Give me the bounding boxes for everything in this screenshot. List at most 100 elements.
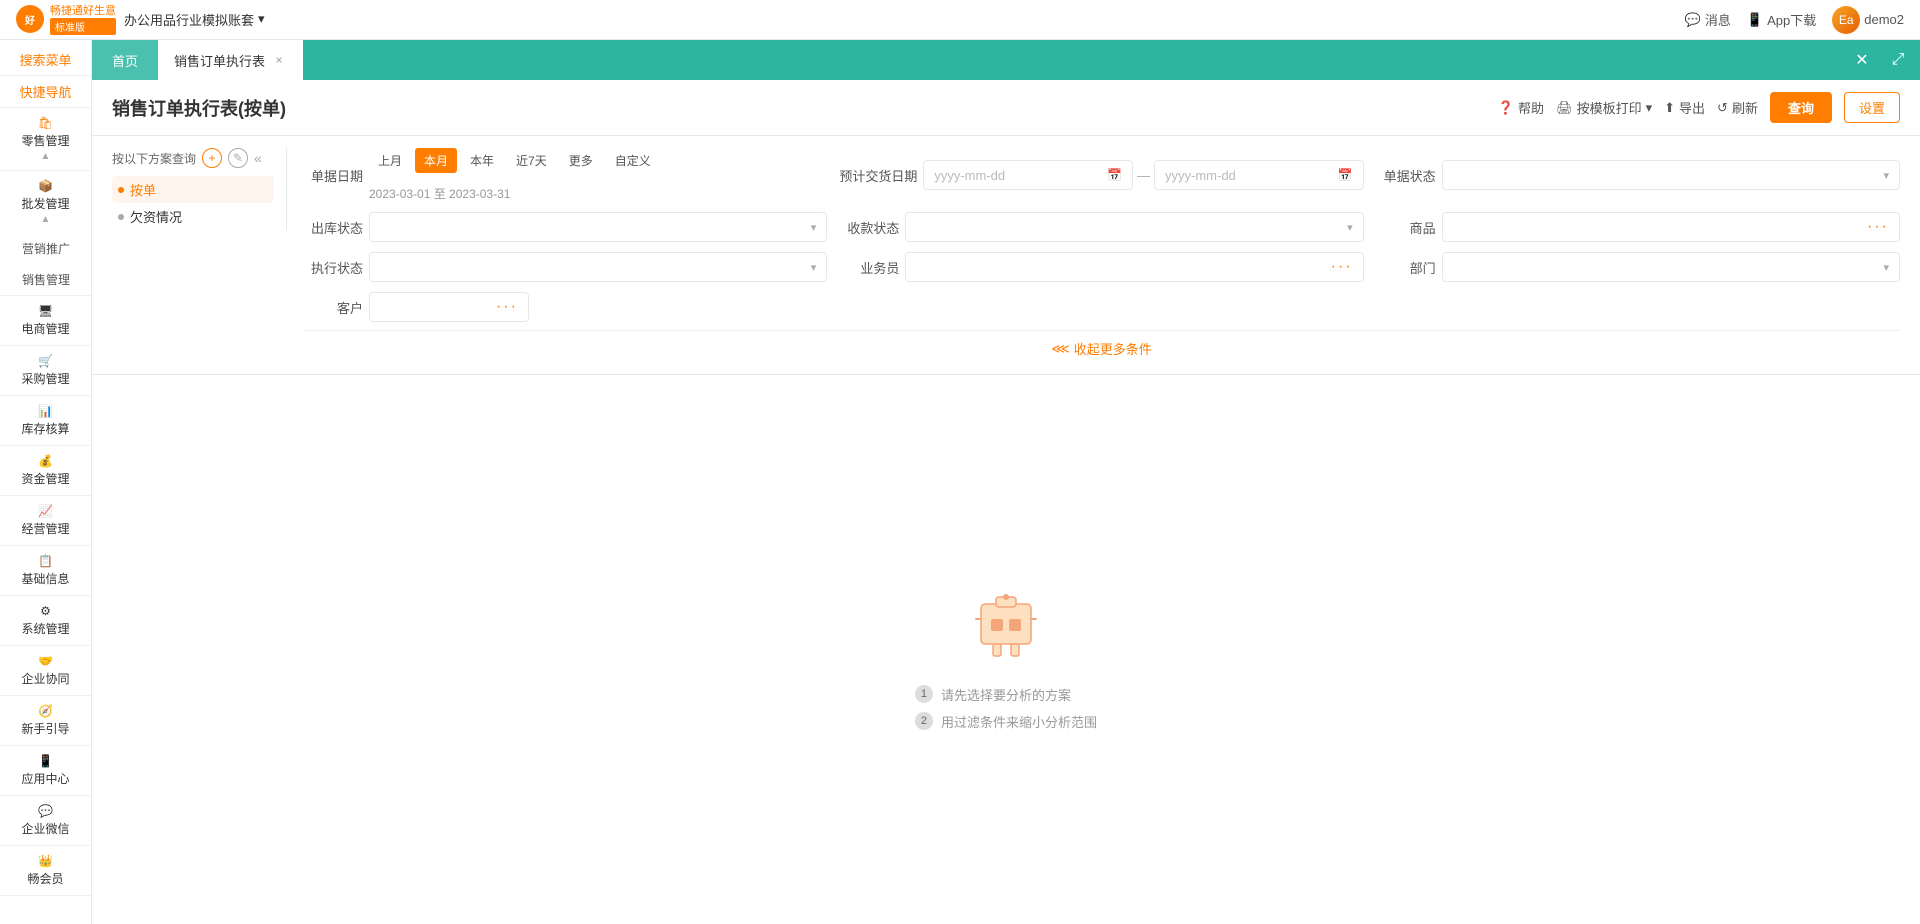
- sidebar-item-ecommerce[interactable]: 🖥 电商管理: [0, 296, 91, 345]
- settings-button[interactable]: 设置: [1844, 92, 1900, 123]
- logo-text: 畅捷通好生意 标准版: [50, 4, 116, 35]
- dept-select[interactable]: ▾: [1442, 252, 1900, 282]
- delivery-date-to[interactable]: yyyy-mm-dd 📅: [1154, 160, 1364, 190]
- scheme-header: 按以下方案查询 + ✎ «: [112, 148, 274, 168]
- company-selector[interactable]: 办公用品行业模拟账套 ▾: [124, 10, 265, 29]
- empty-illustration: [956, 569, 1056, 669]
- sidebar-item-purchase[interactable]: 🛒 采购管理: [0, 346, 91, 395]
- refresh-icon: ↺: [1717, 100, 1728, 116]
- page-header: 销售订单执行表(按单) ❓ 帮助 🖨 按模板打印 ▾ ⬆ 导出: [92, 80, 1920, 136]
- maximize-button[interactable]: ⤢: [1884, 46, 1912, 74]
- customer-select[interactable]: ···: [369, 292, 529, 322]
- exec-chevron-icon: ▾: [811, 261, 817, 274]
- main-content: 1 请先选择要分析的方案 2 用过滤条件来缩小分析范围: [92, 375, 1920, 924]
- date-btn-this-year[interactable]: 本年: [461, 148, 503, 173]
- ecommerce-icon: 🖥: [38, 304, 53, 318]
- tab-sales-order[interactable]: 销售订单执行表 ×: [158, 40, 303, 80]
- message-button[interactable]: 💬 消息: [1685, 10, 1731, 29]
- help-button[interactable]: ❓ 帮助: [1498, 98, 1544, 117]
- sidebar-item-member[interactable]: 👑 畅会员: [0, 846, 91, 895]
- filter-outstock-field: 出库状态 ▾: [303, 212, 827, 242]
- basic-icon: 📋: [38, 554, 53, 568]
- inventory-icon: 📊: [38, 404, 53, 418]
- export-button[interactable]: ⬆ 导出: [1664, 98, 1705, 117]
- tab-close-button[interactable]: ×: [271, 52, 287, 68]
- member-icon: 👑: [38, 854, 53, 868]
- add-scheme-button[interactable]: +: [202, 148, 222, 168]
- page-title: 销售订单执行表(按单): [112, 95, 286, 133]
- hint-item-1: 1 请先选择要分析的方案: [915, 685, 1097, 704]
- operations-icon: 📈: [38, 504, 53, 518]
- sidebar-item-wechat[interactable]: 💬 企业微信: [0, 796, 91, 845]
- sidebar-sub-sales[interactable]: 销售管理: [0, 264, 91, 295]
- sidebar-section-guide: 🧭 新手引导: [0, 696, 91, 746]
- help-icon: ❓: [1498, 100, 1514, 116]
- print-button[interactable]: 🖨 按模板打印 ▾: [1556, 98, 1652, 117]
- goods-select[interactable]: ···: [1442, 212, 1900, 242]
- sidebar-item-apps[interactable]: 📱 应用中心: [0, 746, 91, 795]
- wechat-icon: 💬: [38, 804, 53, 818]
- sidebar-item-operations[interactable]: 📈 经营管理: [0, 496, 91, 545]
- filter-staff-field: 业务员 ···: [839, 252, 1363, 282]
- filter-dept-field: 部门 ▾: [1376, 252, 1900, 282]
- date-quick-options: 上月 本月 本年 近7天 更多 自定义: [369, 148, 827, 173]
- date-btn-more[interactable]: 更多: [560, 148, 602, 173]
- date-btn-custom[interactable]: 自定义: [606, 148, 660, 173]
- app-icon: 📱: [1747, 12, 1763, 28]
- sidebar-section-wechat: 💬 企业微信: [0, 796, 91, 846]
- date-btn-last-month[interactable]: 上月: [369, 148, 411, 173]
- sidebar-section-system: ⚙ 系统管理: [0, 596, 91, 646]
- sidebar-item-guide[interactable]: 🧭 新手引导: [0, 696, 91, 745]
- sidebar-sub-marketing[interactable]: 营销推广: [0, 233, 91, 264]
- delivery-date-from[interactable]: yyyy-mm-dd 📅: [923, 160, 1133, 190]
- filter-status-field: 单据状态 ▾: [1376, 160, 1900, 190]
- header-right: 💬 消息 📱 App下载 Ea demo2: [1685, 6, 1904, 34]
- content-area: 首页 销售订单执行表 × ✕ ⤢ 销售订单执行表(按单) ❓ 帮助: [92, 40, 1920, 924]
- sidebar-quick-nav[interactable]: 快捷导航: [0, 76, 91, 108]
- filter-row-1: 单据日期 上月 本月 本年 近7天 更多 自定义: [303, 148, 1900, 202]
- app-download-button[interactable]: 📱 App下载: [1747, 10, 1816, 29]
- refresh-button[interactable]: ↺ 刷新: [1717, 98, 1758, 117]
- sidebar-section-cooperation: 🤝 企业协同: [0, 646, 91, 696]
- collapse-scheme-button[interactable]: «: [254, 150, 262, 166]
- sidebar-item-retail[interactable]: 🛍 零售管理 ▲: [0, 108, 91, 170]
- edit-scheme-button[interactable]: ✎: [228, 148, 248, 168]
- sidebar-item-basic[interactable]: 📋 基础信息: [0, 546, 91, 595]
- staff-select[interactable]: ···: [905, 252, 1363, 282]
- tab-bar-actions: ✕ ⤢: [1848, 40, 1920, 80]
- sidebar-item-wholesale[interactable]: 📦 批发管理 ▲: [0, 171, 91, 233]
- exec-select[interactable]: ▾: [369, 252, 827, 282]
- sidebar-item-inventory[interactable]: 📊 库存核算: [0, 396, 91, 445]
- dept-chevron-icon: ▾: [1883, 261, 1889, 274]
- query-button[interactable]: 查询: [1770, 92, 1832, 123]
- filter-date-field: 单据日期 上月 本月 本年 近7天 更多 自定义: [303, 148, 827, 202]
- date-btn-this-month[interactable]: 本月: [415, 148, 457, 173]
- receive-select[interactable]: ▾: [905, 212, 1363, 242]
- sidebar-section-inventory: 📊 库存核算: [0, 396, 91, 446]
- scheme-item-by-order[interactable]: 按单: [112, 176, 274, 203]
- retail-icon: 🛍: [38, 116, 53, 130]
- finance-icon: 💰: [38, 454, 53, 468]
- filter-receive-field: 收款状态 ▾: [839, 212, 1363, 242]
- sidebar-section-finance: 💰 资金管理: [0, 446, 91, 496]
- date-btn-7days[interactable]: 近7天: [507, 148, 556, 173]
- sidebar-item-finance[interactable]: 💰 资金管理: [0, 446, 91, 495]
- close-window-button[interactable]: ✕: [1848, 46, 1876, 74]
- user-profile[interactable]: Ea demo2: [1832, 6, 1904, 34]
- sidebar-search[interactable]: 搜索菜单: [0, 40, 91, 76]
- status-select[interactable]: ▾: [1442, 160, 1900, 190]
- filter-exec-field: 执行状态 ▾: [303, 252, 827, 282]
- collapse-button[interactable]: ⋘ 收起更多条件: [1051, 339, 1152, 358]
- outstock-select[interactable]: ▾: [369, 212, 827, 242]
- sidebar-item-cooperation[interactable]: 🤝 企业协同: [0, 646, 91, 695]
- filter-top: 按以下方案查询 + ✎ « 按单 欠资情况: [112, 148, 1900, 362]
- active-scheme-dot: [118, 187, 124, 193]
- guide-icon: 🧭: [38, 704, 53, 718]
- tab-home[interactable]: 首页: [92, 40, 158, 80]
- sidebar-section-operations: 📈 经营管理: [0, 496, 91, 546]
- scheme-item-debt[interactable]: 欠资情况: [112, 203, 274, 230]
- filter-section: 按以下方案查询 + ✎ « 按单 欠资情况: [92, 136, 1920, 375]
- sidebar-item-system[interactable]: ⚙ 系统管理: [0, 596, 91, 645]
- collapse-icon: ⋘: [1051, 341, 1070, 357]
- purchase-icon: 🛒: [38, 354, 53, 368]
